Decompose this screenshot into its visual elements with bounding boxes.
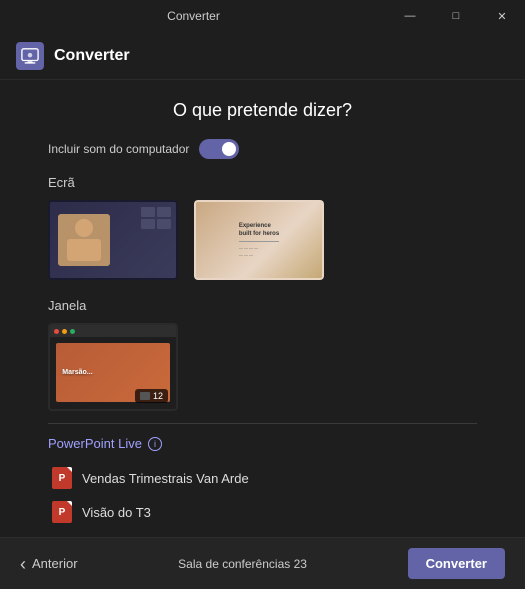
- screen1-inner: [50, 202, 176, 278]
- grid-cell-2: [157, 207, 171, 217]
- room-label: Sala de conferências 23: [178, 557, 307, 571]
- janela-badge: 12: [135, 389, 168, 403]
- grid-cell-4: [157, 219, 171, 229]
- toggle-label: Incluir som do computador: [48, 142, 189, 156]
- screen-section-label: Ecrã: [48, 175, 477, 190]
- person-large: [58, 214, 110, 266]
- convert-button[interactable]: Converter: [408, 548, 505, 579]
- screen2-text-block: Experience built for heros — — — — — — —: [233, 217, 285, 264]
- janela-badge-icon: [140, 392, 150, 400]
- janela-ppt-text: Marsão...: [62, 369, 92, 376]
- page-heading: O que pretende dizer?: [48, 100, 477, 121]
- janela-badge-count: 12: [153, 391, 163, 401]
- ppt-file-name-2: Visão do T3: [82, 505, 151, 520]
- screen2-sub1: — — — —: [239, 245, 279, 250]
- traffic-light-red: [54, 329, 59, 334]
- app-title: Converter: [54, 47, 130, 65]
- section-divider: [48, 423, 477, 424]
- janela-thumbnail[interactable]: Marsão... 12: [48, 323, 178, 411]
- screen2-divider: [239, 241, 279, 242]
- screen2-bg: Experience built for heros — — — — — — —: [196, 202, 322, 278]
- back-chevron-icon: ‹: [20, 555, 26, 573]
- traffic-light-green: [70, 329, 75, 334]
- monitor-icon: [21, 47, 39, 65]
- person-body: [67, 239, 101, 261]
- small-grid: [141, 207, 171, 229]
- ppt-info-icon[interactable]: i: [148, 437, 162, 451]
- main-content: O que pretende dizer? Incluir som do com…: [0, 80, 525, 537]
- title-bar-left: Converter: [0, 9, 387, 23]
- grid-cell-3: [141, 219, 155, 229]
- screen2-inner: Experience built for heros — — — — — — —: [196, 202, 322, 278]
- ppt-file-icon-2: [52, 501, 72, 523]
- minimize-button[interactable]: —: [387, 0, 433, 32]
- footer: ‹ Anterior Sala de conferências 23 Conve…: [0, 537, 525, 589]
- screen1-vid-bg: [50, 202, 176, 278]
- title-bar-controls: — □ ✕: [387, 0, 525, 32]
- screen2-sub2: — — —: [239, 252, 279, 257]
- title-bar-title: Converter: [167, 9, 220, 23]
- grid-cell-1: [141, 207, 155, 217]
- ppt-file-icon-1: [52, 467, 72, 489]
- ppt-file-name-1: Vendas Trimestrais Van Arde: [82, 471, 249, 486]
- include-sound-toggle[interactable]: [199, 139, 239, 159]
- toggle-row: Incluir som do computador: [48, 139, 477, 159]
- janela-inner: Marsão... 12: [50, 325, 176, 409]
- app-icon: [16, 42, 44, 70]
- back-label: Anterior: [32, 556, 78, 571]
- title-bar: Converter — □ ✕: [0, 0, 525, 32]
- screen2-main-line2: built for heros: [239, 231, 279, 239]
- close-button[interactable]: ✕: [479, 0, 525, 32]
- janela-toolbar: [50, 325, 176, 337]
- screen2-main-line1: Experience: [239, 223, 279, 231]
- info-symbol: i: [154, 439, 156, 449]
- screen2-thumbnail[interactable]: Experience built for heros — — — — — — —: [194, 200, 324, 280]
- ppt-file-item-1[interactable]: Vendas Trimestrais Van Arde: [48, 461, 477, 495]
- screen1-thumbnail[interactable]: [48, 200, 178, 280]
- traffic-light-yellow: [62, 329, 67, 334]
- back-button[interactable]: ‹ Anterior: [20, 555, 78, 573]
- ppt-section-title: PowerPoint Live: [48, 436, 142, 451]
- app-header: Converter: [0, 32, 525, 80]
- person-head: [75, 219, 93, 237]
- maximize-button[interactable]: □: [433, 0, 479, 32]
- screen-thumbnails-row: Experience built for heros — — — — — — —: [48, 200, 477, 280]
- ppt-section-header: PowerPoint Live i: [48, 436, 477, 451]
- ppt-file-item-2[interactable]: Visão do T3: [48, 495, 477, 529]
- more-indicator: —: [48, 529, 477, 537]
- window-section-label: Janela: [48, 298, 477, 313]
